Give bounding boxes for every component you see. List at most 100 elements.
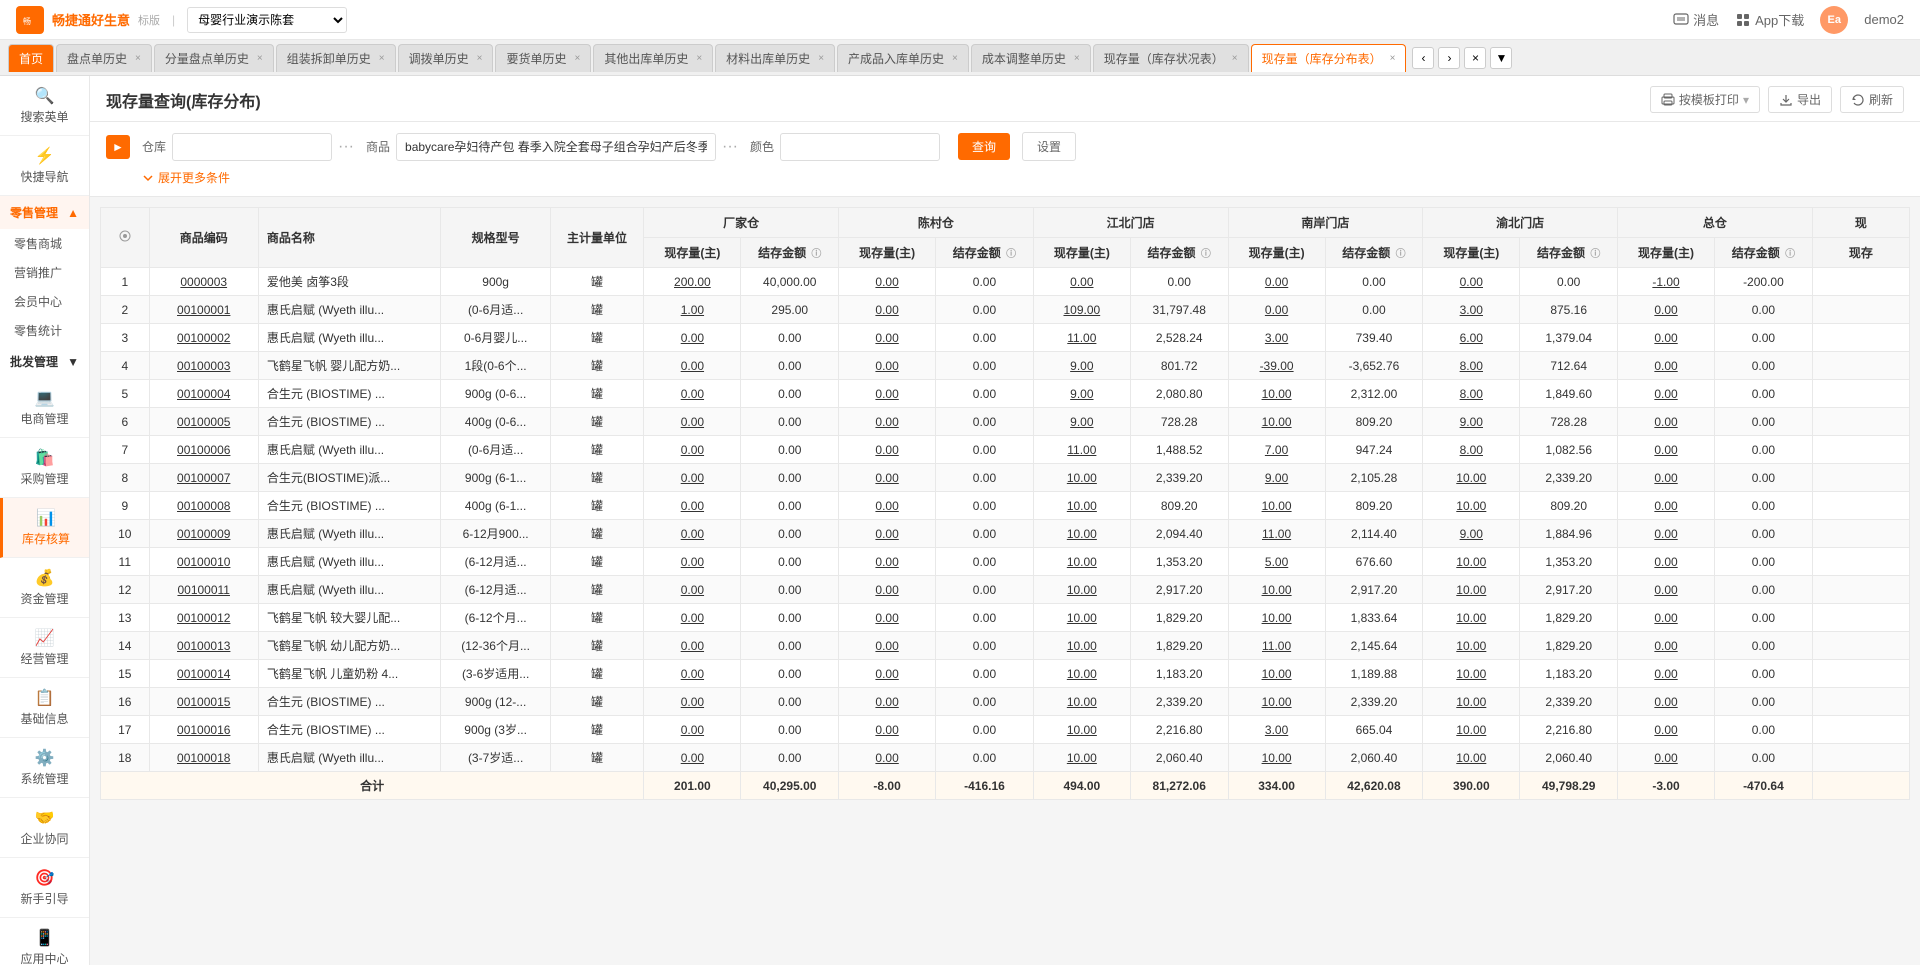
cell-na-amt: 0.00 [1325,296,1423,324]
tab-close-btn[interactable]: × [1464,47,1486,69]
cell-code: 00100003 [149,352,258,380]
close-icon[interactable]: × [696,53,702,64]
refresh-btn[interactable]: 刷新 [1840,86,1904,113]
info-icon[interactable]: ⓘ [1785,249,1795,260]
tab-prev-btn[interactable]: ‹ [1412,47,1434,69]
sidebar-item-guide[interactable]: 🎯 新手引导 [0,858,89,918]
goods-input[interactable] [396,133,716,161]
sidebar-item-collab[interactable]: 🤝 企业协同 [0,798,89,858]
message-btn[interactable]: 消息 [1673,10,1719,29]
cell-f-qty: 0.00 [644,576,741,604]
goods-more-btn[interactable]: ··· [722,138,738,156]
cell-unit: 罐 [550,632,644,660]
tab-zuzhuan[interactable]: 组装拆卸单历史 × [276,44,396,72]
cell-jb-amt: 2,917.20 [1130,576,1228,604]
tab-xiancun1[interactable]: 现存量（库存状况表） × [1093,44,1249,72]
col-jb-qty-header: 现存量(主) [1033,238,1130,268]
color-input[interactable] [780,133,940,161]
cell-current [1812,464,1909,492]
nav-select[interactable]: 母婴行业演示陈套 [187,7,347,33]
cell-yb-qty: 10.00 [1423,464,1520,492]
cell-f-amt: 0.00 [741,324,839,352]
sidebar-item-system[interactable]: ⚙️ 系统管理 [0,738,89,798]
tab-cailiao[interactable]: 材料出库单历史 × [715,44,835,72]
tab-pandian[interactable]: 盘点单历史 × [56,44,152,72]
info-icon[interactable]: ⓘ [1201,249,1211,260]
cell-current [1812,352,1909,380]
col-nanan-header: 南岸门店 [1228,208,1423,238]
info-icon[interactable]: ⓘ [811,249,821,260]
sidebar-item-quicknav[interactable]: ⚡ 快捷导航 [0,136,89,196]
close-icon[interactable]: × [1074,53,1080,64]
tab-fenpan[interactable]: 分量盘点单历史 × [154,44,274,72]
cell-na-qty: 9.00 [1228,464,1325,492]
settings-icon[interactable] [118,229,132,243]
expand-conditions-btn[interactable]: 展开更多条件 [142,169,1904,186]
tab-diaob[interactable]: 调拨单历史 × [398,44,494,72]
cell-na-amt: 2,060.40 [1325,744,1423,772]
query-btn[interactable]: 查询 [958,133,1010,160]
cell-unit: 罐 [550,296,644,324]
sidebar-group-wholesale[interactable]: 批发管理 ▼ [0,345,89,378]
user-avatar[interactable]: Ea [1820,6,1848,34]
cell-f-amt: 0.00 [741,520,839,548]
close-icon[interactable]: × [379,53,385,64]
cell-cp-qty: 0.00 [839,744,936,772]
tab-yaohuo[interactable]: 要货单历史 × [495,44,591,72]
close-icon[interactable]: × [257,53,263,64]
tab-xiancun2[interactable]: 现存量（库存分布表） × [1251,44,1407,72]
tab-next-btn[interactable]: › [1438,47,1460,69]
cell-f-qty: 0.00 [644,464,741,492]
sidebar-item-operations[interactable]: 📈 经营管理 [0,618,89,678]
username[interactable]: demo2 [1864,12,1904,27]
cell-f-amt: 0.00 [741,548,839,576]
sidebar-sub-member[interactable]: 会员中心 [0,287,89,316]
tab-expand-btn[interactable]: ▼ [1490,47,1512,69]
tab-home[interactable]: 首页 [8,44,54,72]
info-icon[interactable]: ⓘ [1396,249,1406,260]
cell-spec: (6-12月适... [441,548,550,576]
cell-yb-qty: 8.00 [1423,436,1520,464]
export-btn[interactable]: 导出 [1768,86,1832,113]
sidebar-item-search[interactable]: 🔍 搜索英单 [0,76,89,136]
sidebar-item-ecommerce[interactable]: 💻 电商管理 [0,378,89,438]
cell-spec: 900g (0-6... [441,380,550,408]
close-icon[interactable]: × [952,53,958,64]
print-btn[interactable]: 按模板打印 ▾ [1650,86,1760,113]
close-icon[interactable]: × [477,53,483,64]
sidebar-item-appcenter[interactable]: 📱 应用中心 [0,918,89,965]
close-icon[interactable]: × [1232,53,1238,64]
info-icon[interactable]: ⓘ [1006,249,1016,260]
settings-btn[interactable]: 设置 [1022,132,1076,161]
app-download-btn[interactable]: App下载 [1735,10,1804,29]
system-icon: ⚙️ [0,748,89,768]
cell-na-qty: 3.00 [1228,716,1325,744]
cell-jb-qty: 11.00 [1033,324,1130,352]
sidebar-group-retail[interactable]: 零售管理 ▲ [0,196,89,229]
close-icon[interactable]: × [1390,53,1396,64]
sidebar-item-finance[interactable]: 💰 资金管理 [0,558,89,618]
info-icon[interactable]: ⓘ [1590,249,1600,260]
tab-chenben[interactable]: 成本调整单历史 × [971,44,1091,72]
tab-chengpin[interactable]: 产成品入库单历史 × [837,44,969,72]
tab-qita[interactable]: 其他出库单历史 × [593,44,713,72]
sidebar-sub-retailshop[interactable]: 零售商城 [0,229,89,258]
close-icon[interactable]: × [135,53,141,64]
sidebar-item-purchase[interactable]: 🛍️ 采购管理 [0,438,89,498]
chevron-down-icon: ▾ [1743,93,1749,107]
filter-toggle-btn[interactable]: ► [106,135,130,159]
warehouse-input[interactable] [172,133,332,161]
cell-jb-qty: 10.00 [1033,632,1130,660]
cell-zc-amt: 0.00 [1715,604,1813,632]
warehouse-more-btn[interactable]: ··· [338,138,354,156]
cell-f-amt: 0.00 [741,436,839,464]
sidebar-item-basic[interactable]: 📋 基础信息 [0,678,89,738]
sidebar-sub-marketing[interactable]: 营销推广 [0,258,89,287]
cell-yb-amt: 2,339.20 [1520,464,1618,492]
sidebar-item-inventory[interactable]: 📊 库存核算 [0,498,89,558]
close-icon[interactable]: × [818,53,824,64]
sidebar-sub-retailstat[interactable]: 零售统计 [0,316,89,345]
close-icon[interactable]: × [574,53,580,64]
cell-code: 00100006 [149,436,258,464]
cell-no: 3 [101,324,150,352]
